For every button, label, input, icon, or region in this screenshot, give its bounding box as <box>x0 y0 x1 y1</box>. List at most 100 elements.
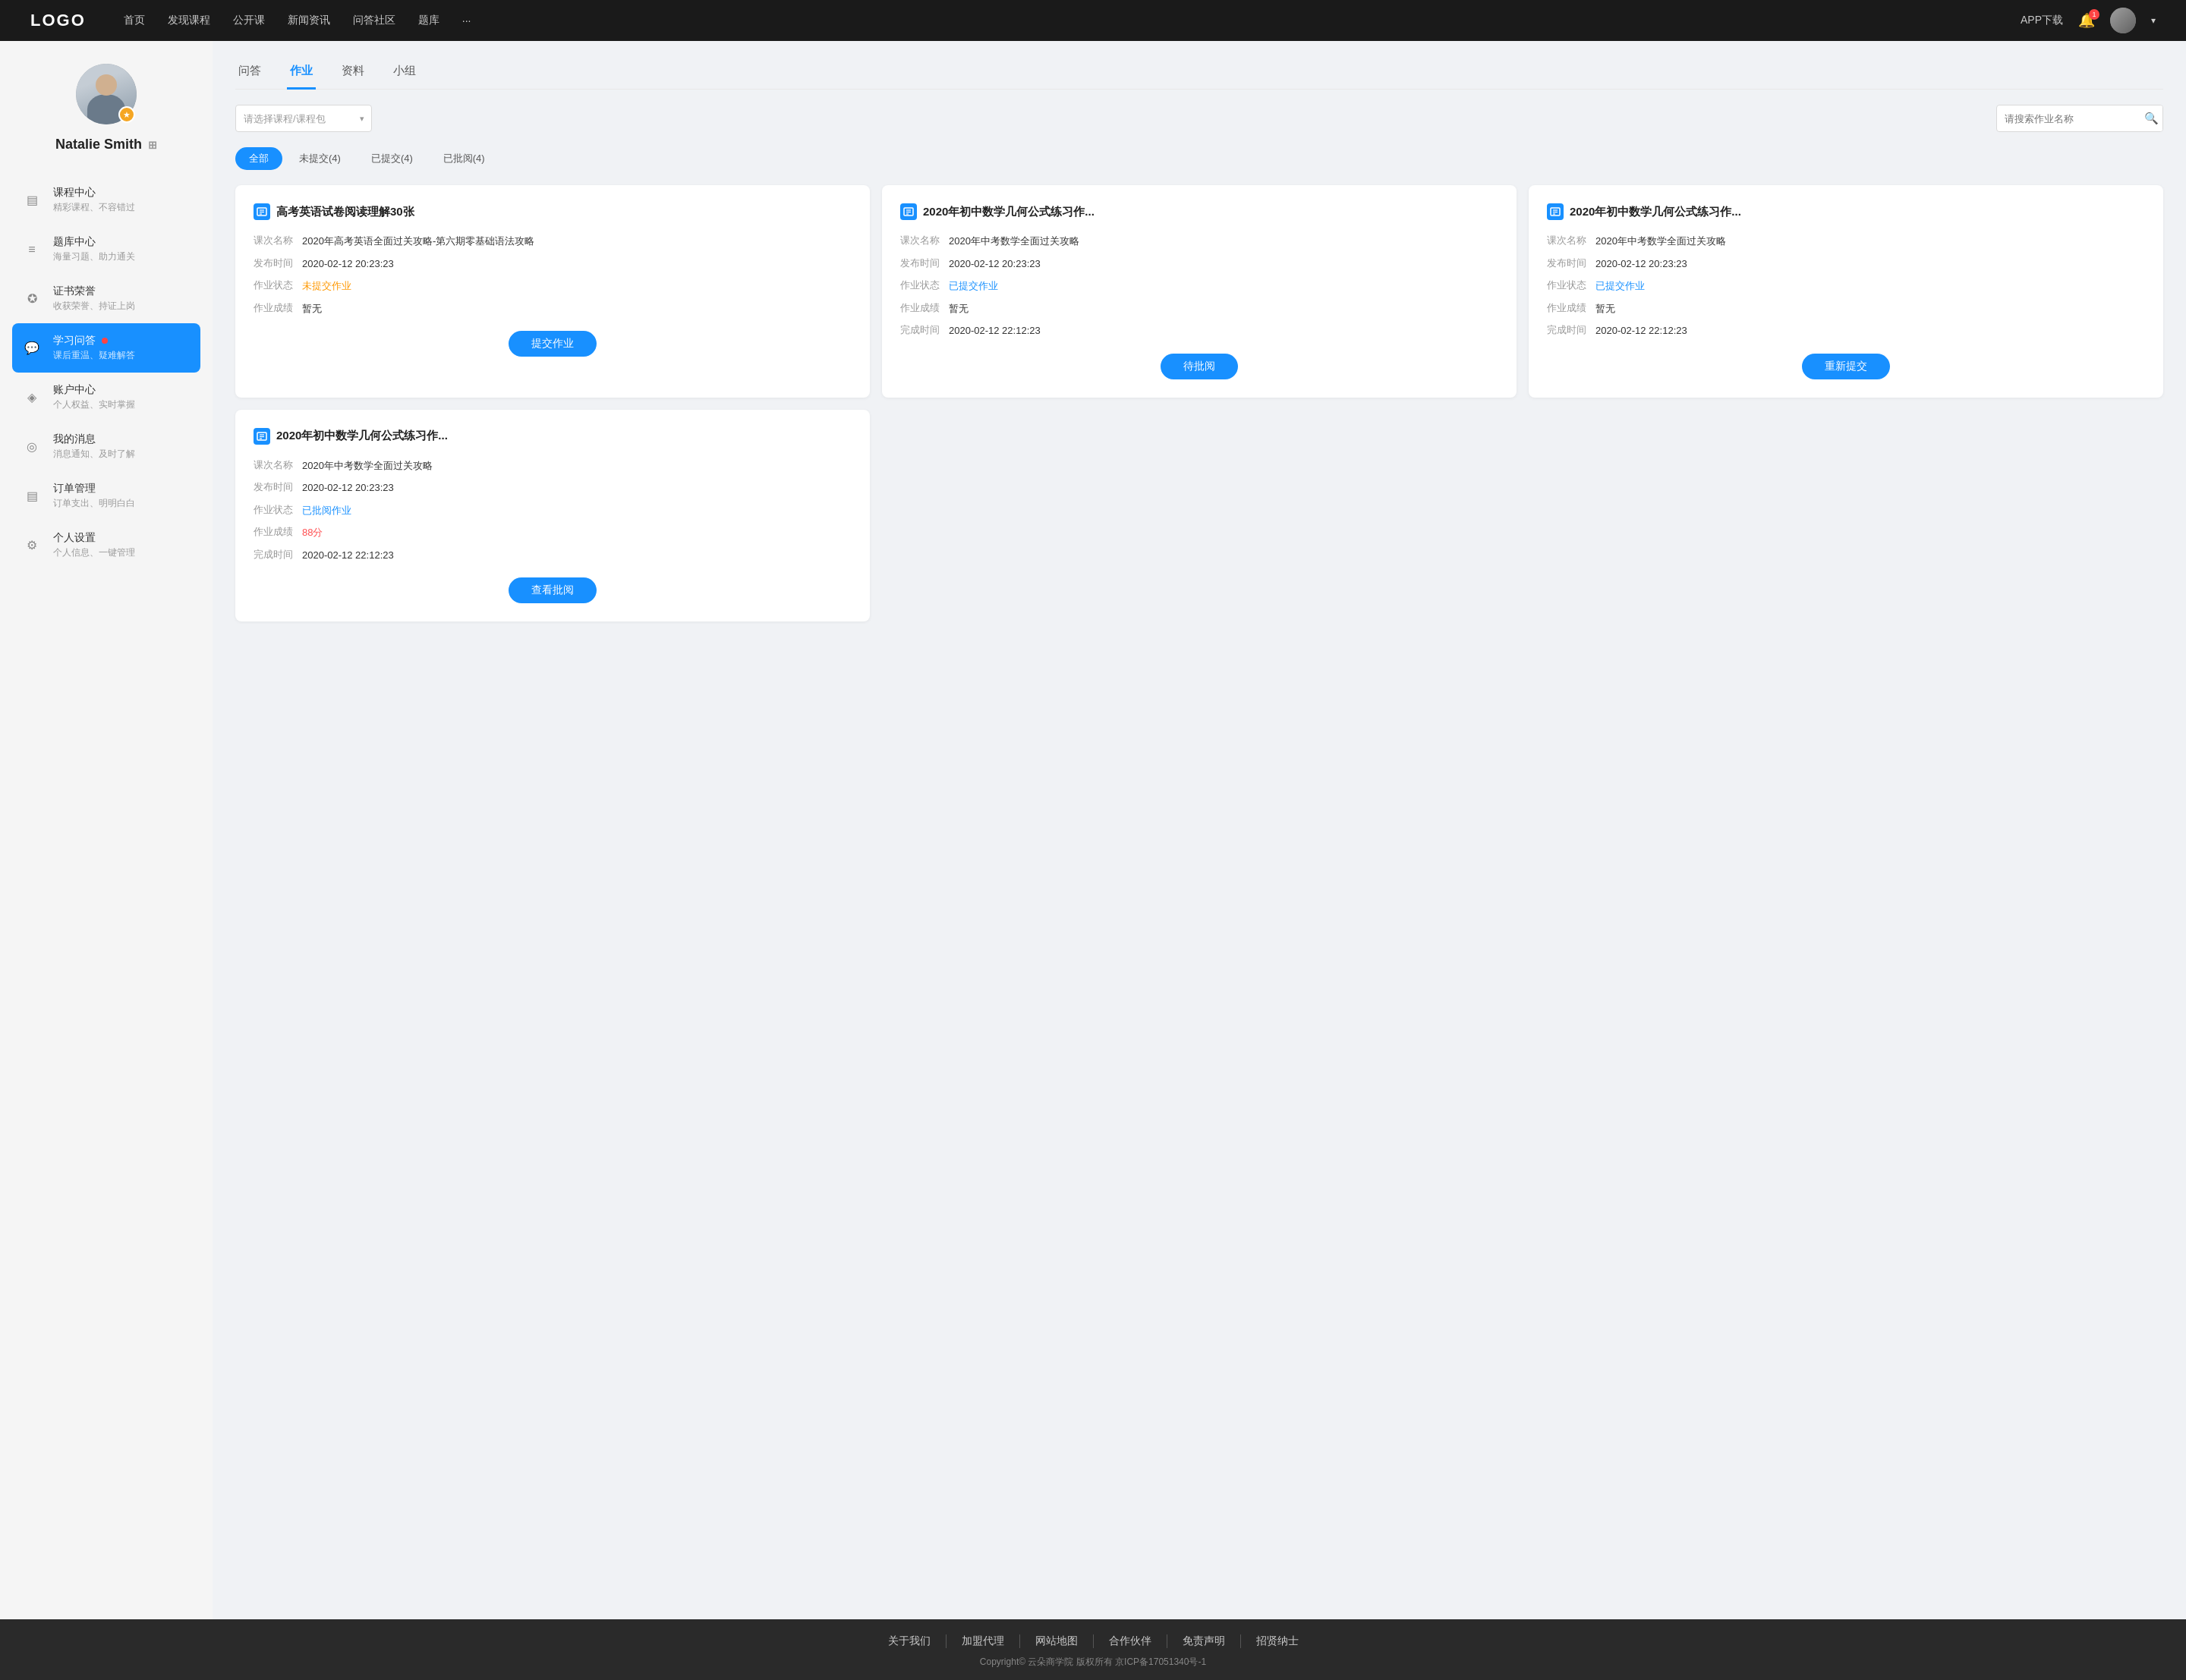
card-value-complete-hw4: 2020-02-12 22:12:23 <box>302 548 852 563</box>
card-label-publish-hw2: 发布时间 <box>900 256 949 270</box>
filter-tabs: 全部 未提交(4) 已提交(4) 已批阅(4) <box>235 147 2163 170</box>
assignment-grid: 高考英语试卷阅读理解30张 课次名称 2020年高考英语全面过关攻略-第六期零基… <box>235 185 2163 621</box>
card-label-publish-hw3: 发布时间 <box>1547 256 1595 270</box>
sidebar-item-account-center[interactable]: ◈ 账户中心 个人权益、实时掌握 <box>0 373 213 422</box>
sidebar-item-order-manage[interactable]: ▤ 订单管理 订单支出、明明白白 <box>0 471 213 521</box>
question-bank-subtitle: 海量习题、助力通关 <box>53 250 135 263</box>
sidebar-item-my-messages[interactable]: ◎ 我的消息 消息通知、及时了解 <box>0 422 213 471</box>
tab-materials[interactable]: 资料 <box>339 56 367 90</box>
sidebar: ★ Natalie Smith ⊞ ▤ 课程中心 精彩课程、不容错过 ≡ 题库中… <box>0 41 213 1619</box>
nav-news[interactable]: 新闻资讯 <box>288 14 330 27</box>
footer-link-franchise[interactable]: 加盟代理 <box>947 1634 1020 1648</box>
certificate-subtitle: 收获荣誉、持证上岗 <box>53 300 135 313</box>
order-manage-subtitle: 订单支出、明明白白 <box>53 497 135 510</box>
card-header-hw2: 2020年初中数学几何公式练习作... <box>900 203 1498 220</box>
assignment-card-hw4: 2020年初中数学几何公式练习作... 课次名称 2020年中考数学全面过关攻略… <box>235 410 870 622</box>
nav-discover[interactable]: 发现课程 <box>168 14 210 27</box>
card-label-score-hw2: 作业成绩 <box>900 301 949 315</box>
course-center-subtitle: 精彩课程、不容错过 <box>53 201 135 214</box>
app-download[interactable]: APP下载 <box>2021 14 2063 27</box>
my-messages-text: 我的消息 消息通知、及时了解 <box>53 433 135 461</box>
header: LOGO 首页 发现课程 公开课 新闻资讯 问答社区 题库 ··· APP下载 … <box>0 0 2186 41</box>
card-row-course-hw4: 课次名称 2020年中考数学全面过关攻略 <box>254 458 852 473</box>
bell-badge: 1 <box>2089 9 2099 20</box>
card-label-score-hw3: 作业成绩 <box>1547 301 1595 315</box>
course-center-icon: ▤ <box>21 190 43 211</box>
my-messages-subtitle: 消息通知、及时了解 <box>53 448 135 461</box>
filter-reviewed[interactable]: 已批阅(4) <box>430 147 499 170</box>
certificate-icon: ✪ <box>21 288 43 310</box>
search-button[interactable]: 🔍 <box>2140 105 2162 132</box>
pending-review-button-hw2[interactable]: 待批阅 <box>1161 354 1238 379</box>
qa-dot <box>102 338 108 344</box>
settings-text: 个人设置 个人信息、一键管理 <box>53 531 135 559</box>
sidebar-item-question-bank[interactable]: ≡ 题库中心 海量习题、助力通关 <box>0 225 213 274</box>
card-row-status-hw2: 作业状态 已提交作业 <box>900 278 1498 294</box>
footer-link-recruit[interactable]: 招贤纳士 <box>1241 1634 1314 1648</box>
card-label-publish-hw4: 发布时间 <box>254 480 302 494</box>
sidebar-item-certificate[interactable]: ✪ 证书荣誉 收获荣誉、持证上岗 <box>0 274 213 323</box>
assignment-card-hw1: 高考英语试卷阅读理解30张 课次名称 2020年高考英语全面过关攻略-第六期零基… <box>235 185 870 398</box>
account-center-icon: ◈ <box>21 387 43 408</box>
vip-icon: ★ <box>123 110 131 120</box>
learning-qa-subtitle: 课后重温、疑难解答 <box>53 349 135 362</box>
sidebar-item-learning-qa[interactable]: 💬 学习问答 课后重温、疑难解答 <box>12 323 200 373</box>
course-select[interactable]: 请选择课程/课程包 <box>235 105 372 132</box>
card-value-course-hw2: 2020年中考数学全面过关攻略 <box>949 234 1498 249</box>
question-bank-title: 题库中心 <box>53 235 135 249</box>
card-row-score-hw3: 作业成绩 暂无 <box>1547 301 2145 316</box>
filter-all[interactable]: 全部 <box>235 147 282 170</box>
toolbar-left: 请选择课程/课程包 ▾ <box>235 105 372 132</box>
learning-qa-icon: 💬 <box>21 338 43 359</box>
qr-icon[interactable]: ⊞ <box>148 139 157 151</box>
nav-home[interactable]: 首页 <box>124 14 145 27</box>
card-row-course-hw2: 课次名称 2020年中考数学全面过关攻略 <box>900 234 1498 249</box>
card-row-complete-hw2: 完成时间 2020-02-12 22:12:23 <box>900 323 1498 338</box>
avatar[interactable] <box>2110 8 2136 33</box>
order-manage-title: 订单管理 <box>53 482 135 496</box>
footer-link-disclaimer[interactable]: 免责声明 <box>1167 1634 1241 1648</box>
card-label-course-hw1: 课次名称 <box>254 234 302 247</box>
card-row-complete-hw4: 完成时间 2020-02-12 22:12:23 <box>254 548 852 563</box>
nav-more[interactable]: ··· <box>462 14 471 27</box>
card-value-score-hw1: 暂无 <box>302 301 852 316</box>
card-value-publish-hw4: 2020-02-12 20:23:23 <box>302 480 852 496</box>
card-value-publish-hw3: 2020-02-12 20:23:23 <box>1595 256 2145 272</box>
footer-link-partner[interactable]: 合作伙伴 <box>1094 1634 1167 1648</box>
card-value-course-hw3: 2020年中考数学全面过关攻略 <box>1595 234 2145 249</box>
sidebar-item-course-center[interactable]: ▤ 课程中心 精彩课程、不容错过 <box>0 175 213 225</box>
avatar-chevron-icon[interactable]: ▾ <box>2151 15 2156 26</box>
tab-homework[interactable]: 作业 <box>287 56 316 90</box>
resubmit-button-hw3[interactable]: 重新提交 <box>1802 354 1890 379</box>
content-tabs: 问答 作业 资料 小组 <box>235 56 2163 90</box>
card-value-score-hw2: 暂无 <box>949 301 1498 316</box>
card-row-course-hw3: 课次名称 2020年中考数学全面过关攻略 <box>1547 234 2145 249</box>
tab-qa[interactable]: 问答 <box>235 56 264 90</box>
filter-submitted[interactable]: 已提交(4) <box>358 147 427 170</box>
tab-group[interactable]: 小组 <box>390 56 419 90</box>
card-row-score-hw1: 作业成绩 暂无 <box>254 301 852 316</box>
learning-qa-title: 学习问答 <box>53 334 135 348</box>
submit-homework-button-hw1[interactable]: 提交作业 <box>509 331 597 357</box>
filter-unsubmitted[interactable]: 未提交(4) <box>285 147 354 170</box>
nav-bank[interactable]: 题库 <box>418 14 439 27</box>
learning-qa-text: 学习问答 课后重温、疑难解答 <box>53 334 135 362</box>
card-label-score-hw4: 作业成绩 <box>254 525 302 539</box>
sidebar-item-settings[interactable]: ⚙ 个人设置 个人信息、一键管理 <box>0 521 213 570</box>
nav-open[interactable]: 公开课 <box>233 14 265 27</box>
nav-qa[interactable]: 问答社区 <box>353 14 395 27</box>
notification-bell[interactable]: 🔔 1 <box>2078 12 2095 29</box>
username-text: Natalie Smith <box>55 137 142 153</box>
card-header-hw1: 高考英语试卷阅读理解30张 <box>254 203 852 220</box>
settings-icon: ⚙ <box>21 535 43 556</box>
card-label-complete-hw3: 完成时间 <box>1547 323 1595 337</box>
sidebar-menu: ▤ 课程中心 精彩课程、不容错过 ≡ 题库中心 海量习题、助力通关 ✪ 证书荣誉… <box>0 175 213 570</box>
footer-link-about[interactable]: 关于我们 <box>873 1634 947 1648</box>
search-input[interactable] <box>1997 113 2140 124</box>
footer-link-sitemap[interactable]: 网站地图 <box>1020 1634 1094 1648</box>
card-value-publish-hw2: 2020-02-12 20:23:23 <box>949 256 1498 272</box>
card-value-score-hw3: 暂无 <box>1595 301 2145 316</box>
view-review-button-hw4[interactable]: 查看批阅 <box>509 577 597 603</box>
card-label-status-hw3: 作业状态 <box>1547 278 1595 292</box>
card-value-status-hw2: 已提交作业 <box>949 278 1498 294</box>
